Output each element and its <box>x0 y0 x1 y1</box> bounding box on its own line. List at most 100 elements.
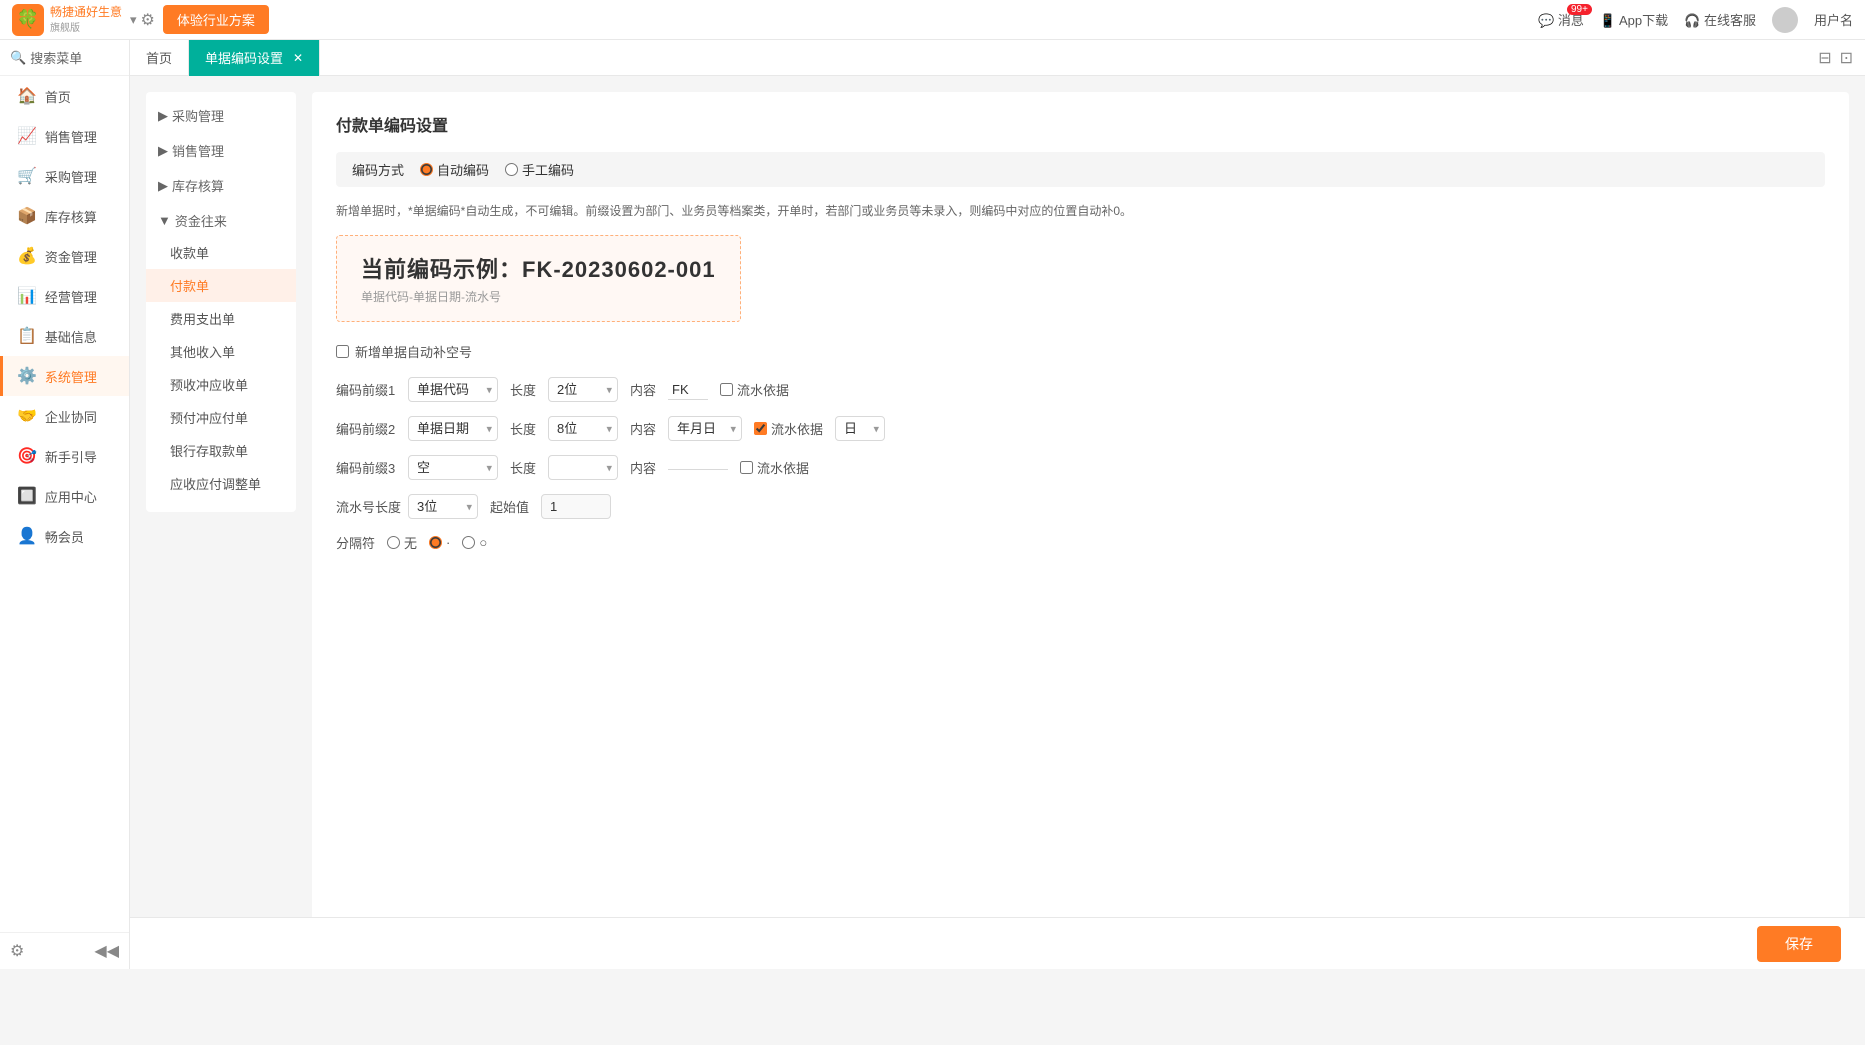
prefix3-select-wrap: 空 <box>408 455 498 480</box>
sub-menu-group-capital: ▼ 资金往来 收款单 付款单 费用支出单 其他收入单 预收冲应收单 预付冲应付单… <box>146 205 296 500</box>
username: 用户名 <box>1814 10 1853 29</box>
sidebar-item-purchase[interactable]: 🛒 采购管理 <box>0 156 129 196</box>
preview-label: 单据代码-单据日期-流水号 <box>361 288 716 305</box>
tabs-minimize-icon[interactable]: ⊟ <box>1818 48 1831 68</box>
prefix3-serial-checkbox[interactable] <box>740 461 753 474</box>
prefix3-serial-check: 流水依据 <box>740 458 809 477</box>
sidebar-item-basic[interactable]: 📋 基础信息 <box>0 316 129 356</box>
prefix1-content-value: FK <box>668 380 708 400</box>
sidebar-item-guide[interactable]: 🎯 新手引导 <box>0 436 129 476</box>
home-icon: 🏠 <box>17 86 37 106</box>
gear-icon[interactable]: ⚙ <box>10 941 24 961</box>
prefix2-content-label: 内容 <box>630 419 656 438</box>
sub-menu-item-expense[interactable]: 费用支出单 <box>146 302 296 335</box>
prefix2-serial-unit-select[interactable]: 日 <box>835 416 885 441</box>
start-value-input[interactable] <box>541 494 611 519</box>
sidebar-item-system[interactable]: ⚙️ 系统管理 <box>0 356 129 396</box>
sidebar-item-operation[interactable]: 📊 经营管理 <box>0 276 129 316</box>
prefix1-serial-check: 流水依据 <box>720 380 789 399</box>
sidebar-item-inventory[interactable]: 📦 库存核算 <box>0 196 129 236</box>
prefix-row-3: 编码前缀3 空 长度 内容 流水依据 <box>336 455 1825 480</box>
purchase-icon: 🛒 <box>17 166 37 186</box>
logo-text: 畅捷通好生意 旗舰版 <box>50 5 122 34</box>
save-button[interactable]: 保存 <box>1757 926 1841 962</box>
sep-none-radio[interactable] <box>387 536 400 549</box>
sub-menu-item-receipt[interactable]: 收款单 <box>146 236 296 269</box>
prefix2-content-select[interactable]: 年月日 <box>668 416 742 441</box>
auto-code-radio-label[interactable]: 自动编码 <box>420 160 489 179</box>
industry-button[interactable]: 体验行业方案 <box>163 5 269 34</box>
separator-row: 分隔符 无 · ○ <box>336 533 1825 552</box>
arrow-right-icon: ▶ <box>158 178 168 194</box>
prefix1-serial-checkbox[interactable] <box>720 383 733 396</box>
prefix2-select-wrap: 单据日期 <box>408 416 498 441</box>
sub-menu-item-pre-receipt[interactable]: 预收冲应收单 <box>146 368 296 401</box>
tabs-bar-right: ⊟ ⊡ <box>1818 48 1865 68</box>
sidebar-item-home[interactable]: 🏠 首页 <box>0 76 129 116</box>
sep-dot-label[interactable]: · <box>429 535 450 550</box>
sub-menu-title-purchase[interactable]: ▶ 采购管理 <box>146 100 296 131</box>
tab-home[interactable]: 首页 <box>130 40 189 76</box>
prefix3-length-select-wrap <box>548 455 618 480</box>
auto-fill-checkbox[interactable] <box>336 345 349 358</box>
collapse-icon[interactable]: ◀◀ <box>94 941 119 961</box>
prefix1-select-wrap: 单据代码 <box>408 377 498 402</box>
sep-none-label[interactable]: 无 <box>387 533 417 552</box>
manual-code-radio[interactable] <box>505 163 518 176</box>
settings-icon[interactable]: ⚙ <box>141 10 155 30</box>
prefix2-select[interactable]: 单据日期 <box>408 416 498 441</box>
prefix2-length-label: 长度 <box>510 419 536 438</box>
sidebar-item-finance[interactable]: 💰 资金管理 <box>0 236 129 276</box>
serial-length-select-wrap: 3位 <box>408 494 478 519</box>
prefix1-select[interactable]: 单据代码 <box>408 377 498 402</box>
prefix2-length-select[interactable]: 8位 <box>548 416 618 441</box>
sub-menu-title-capital[interactable]: ▼ 资金往来 <box>146 205 296 236</box>
sub-menu-item-adjustment[interactable]: 应收应付调整单 <box>146 467 296 500</box>
app-download-link[interactable]: 📱 App下载 <box>1600 10 1668 29</box>
chevron-down-icon[interactable]: ▾ <box>130 12 137 28</box>
main-panel: 付款单编码设置 编码方式 自动编码 手工编码 新增单据时，*单据编码*自动生成，… <box>312 92 1849 953</box>
online-service-link[interactable]: 🎧 在线客服 <box>1684 10 1756 29</box>
top-bar: 🍀 畅捷通好生意 旗舰版 ▾ ⚙ 体验行业方案 💬 消息 99+ 📱 App下载… <box>0 0 1865 40</box>
message-icon[interactable]: 💬 消息 99+ <box>1538 10 1584 29</box>
sidebar-item-apps[interactable]: 🔲 应用中心 <box>0 476 129 516</box>
avatar[interactable] <box>1772 7 1798 33</box>
sub-menu-title-sales[interactable]: ▶ 销售管理 <box>146 135 296 166</box>
sep-dot-radio[interactable] <box>429 536 442 549</box>
prefix2-serial-check: 流水依据 <box>754 419 823 438</box>
description-text: 新增单据时，*单据编码*自动生成，不可编辑。前缀设置为部门、业务员等档案类，开单… <box>336 201 1825 221</box>
prefix3-length-select[interactable] <box>548 455 618 480</box>
sub-menu-item-other-income[interactable]: 其他收入单 <box>146 335 296 368</box>
message-badge: 99+ <box>1567 4 1592 15</box>
sub-menu-title-inventory[interactable]: ▶ 库存核算 <box>146 170 296 201</box>
separator-label: 分隔符 <box>336 533 375 552</box>
auto-code-radio[interactable] <box>420 163 433 176</box>
prefix3-select[interactable]: 空 <box>408 455 498 480</box>
sep-circle-radio[interactable] <box>462 536 475 549</box>
prefix1-length-select[interactable]: 2位 <box>548 377 618 402</box>
sidebar-menu: 🏠 首页 📈 销售管理 🛒 采购管理 📦 库存核算 💰 资金管理 📊 经营管理 … <box>0 76 129 932</box>
prefix3-content-label: 内容 <box>630 458 656 477</box>
prefix2-serial-checkbox[interactable] <box>754 422 767 435</box>
auto-fill-label: 新增单据自动补空号 <box>355 342 472 361</box>
apps-icon: 🔲 <box>17 486 37 506</box>
top-bar-right: 💬 消息 99+ 📱 App下载 🎧 在线客服 用户名 <box>1538 7 1853 33</box>
sidebar-item-sales[interactable]: 📈 销售管理 <box>0 116 129 156</box>
tabs-maximize-icon[interactable]: ⊡ <box>1840 48 1853 68</box>
manual-code-radio-label[interactable]: 手工编码 <box>505 160 574 179</box>
sub-menu-item-bank[interactable]: 银行存取款单 <box>146 434 296 467</box>
tab-close-icon[interactable]: ✕ <box>293 51 303 65</box>
sidebar-item-member[interactable]: 👤 畅会员 <box>0 516 129 556</box>
sub-menu-item-pre-payment[interactable]: 预付冲应付单 <box>146 401 296 434</box>
message-label: 消息 <box>1558 13 1584 28</box>
sub-menu-item-payment[interactable]: 付款单 <box>146 269 296 302</box>
prefix2-label: 编码前缀2 <box>336 419 396 438</box>
sep-circle-label[interactable]: ○ <box>462 535 487 550</box>
serial-length-select[interactable]: 3位 <box>408 494 478 519</box>
arrow-down-icon: ▼ <box>158 213 171 228</box>
tab-code-setting[interactable]: 单据编码设置 ✕ <box>189 40 320 76</box>
sidebar-item-enterprise[interactable]: 🤝 企业协同 <box>0 396 129 436</box>
prefix3-serial-label: 流水依据 <box>757 458 809 477</box>
search-menu-button[interactable]: 🔍 搜索菜单 <box>0 40 129 76</box>
sub-menu: ▶ 采购管理 ▶ 销售管理 ▶ 库存核算 ▼ 资金往来 收款单 付款单 费用支出… <box>146 92 296 512</box>
